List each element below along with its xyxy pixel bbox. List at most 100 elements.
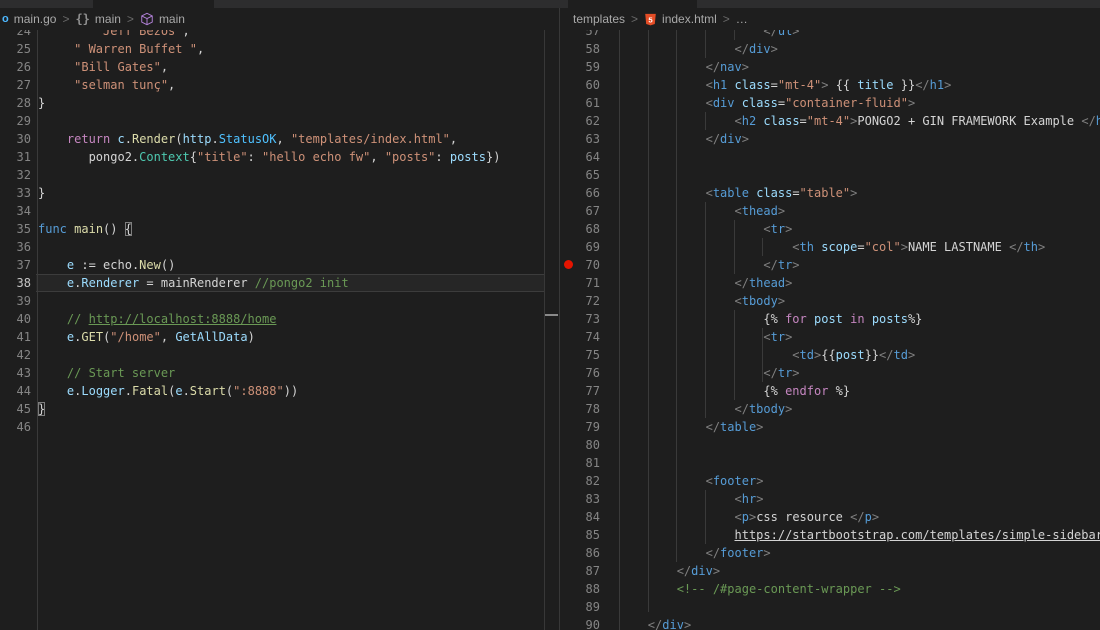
code-line[interactable]: 42 [0, 346, 544, 364]
code-line[interactable]: 90 </div> [561, 616, 1100, 630]
breadcrumb-file[interactable]: index.html [662, 12, 717, 26]
code-line[interactable]: 44 e.Logger.Fatal(e.Start(":8888")) [0, 382, 544, 400]
code-line[interactable]: 74 <tr> [561, 328, 1100, 346]
line-number[interactable]: 28 [0, 94, 31, 112]
code-line[interactable]: 30 return c.Render(http.StatusOK, "templ… [0, 130, 544, 148]
line-number[interactable]: 36 [0, 238, 31, 256]
line-number[interactable]: 34 [0, 202, 31, 220]
code-line[interactable]: 36 [0, 238, 544, 256]
code-line[interactable]: 83 <hr> [561, 490, 1100, 508]
code-line[interactable]: 46 [0, 418, 544, 436]
line-number[interactable]: 30 [0, 130, 31, 148]
line-number[interactable]: 33 [0, 184, 31, 202]
line-number[interactable]: 45 [0, 400, 31, 418]
code-line[interactable]: 38 e.Renderer = mainRenderer //pongo2 in… [0, 274, 544, 292]
code-line[interactable]: 60 <h1 class="mt-4"> {{ title }}</h1> [561, 76, 1100, 94]
active-tab-right[interactable] [568, 0, 697, 8]
code-text: <footer> [705, 474, 764, 488]
code-line[interactable]: 63 </div> [561, 130, 1100, 148]
line-number[interactable]: 39 [0, 292, 31, 310]
line-number[interactable]: 42 [0, 346, 31, 364]
breadcrumb-right: templates > 5 index.html > … [561, 8, 1100, 30]
code-line[interactable]: 85 https://startbootstrap.com/templates/… [561, 526, 1100, 544]
breadcrumb-file[interactable]: main.go [14, 12, 57, 26]
code-line[interactable]: 33} [0, 184, 544, 202]
line-number[interactable]: 41 [0, 328, 31, 346]
line-number[interactable]: 65 [576, 166, 600, 184]
code-line[interactable]: 62 <h2 class="mt-4">PONGO2 + GIN FRAMEWO… [561, 112, 1100, 130]
code-line[interactable]: 37 e := echo.New() [0, 256, 544, 274]
code-line[interactable]: 67 <thead> [561, 202, 1100, 220]
code-text: </nav> [705, 60, 749, 74]
code-line[interactable]: 89 [561, 598, 1100, 616]
line-number[interactable]: 40 [0, 310, 31, 328]
code-line[interactable]: 70 </tr> [561, 256, 1100, 274]
code-line[interactable]: 87 </div> [561, 562, 1100, 580]
code-line[interactable]: 82 <footer> [561, 472, 1100, 490]
line-number[interactable]: 64 [576, 148, 600, 166]
breadcrumb-folder[interactable]: templates [573, 12, 625, 26]
breadcrumb-separator: > [62, 12, 70, 26]
line-number[interactable]: 38 [0, 274, 31, 292]
code-line[interactable]: 64 [561, 148, 1100, 166]
code-line[interactable]: 69 <th scope="col">NAME LASTNAME </th> [561, 238, 1100, 256]
line-number[interactable]: 27 [0, 76, 31, 94]
code-line[interactable]: 32 [0, 166, 544, 184]
code-line[interactable]: 76 </tr> [561, 364, 1100, 382]
code-text: e.Renderer = mainRenderer //pongo2 init [66, 276, 349, 290]
breadcrumb-module[interactable]: main [95, 12, 121, 26]
code-line[interactable]: 26 "Bill Gates", [0, 58, 544, 76]
line-number[interactable]: 46 [0, 418, 31, 436]
code-line[interactable]: 31 pongo2.Context{"title": "hello echo f… [0, 148, 544, 166]
code-line[interactable]: 86 </footer> [561, 544, 1100, 562]
code-line[interactable]: 78 </tbody> [561, 400, 1100, 418]
editor-split-sash[interactable] [559, 0, 560, 630]
code-line[interactable]: 35 func main() { [0, 220, 544, 238]
line-number[interactable]: 31 [0, 148, 31, 166]
code-line[interactable]: 34 [0, 202, 544, 220]
line-number[interactable]: 43 [0, 364, 31, 382]
breakpoint-dot[interactable] [564, 260, 573, 269]
code-line[interactable]: 65 [561, 166, 1100, 184]
code-line[interactable]: 61 <div class="container-fluid"> [561, 94, 1100, 112]
line-number[interactable]: 89 [576, 598, 600, 616]
code-line[interactable]: 66 <table class="table"> [561, 184, 1100, 202]
breadcrumb-more[interactable]: … [736, 12, 748, 26]
code-line[interactable]: 88 <!-- /#page-content-wrapper --> [561, 580, 1100, 598]
code-line[interactable]: 43 // Start server [0, 364, 544, 382]
code-line[interactable]: 71 </thead> [561, 274, 1100, 292]
breadcrumb-symbol[interactable]: main [159, 12, 185, 26]
code-line[interactable]: 28} [0, 94, 544, 112]
code-line[interactable]: 40 // http://localhost:8888/home [0, 310, 544, 328]
code-line[interactable]: 73 {% for post in posts%} [561, 310, 1100, 328]
code-line[interactable]: 84 <p>css resource </p> [561, 508, 1100, 526]
code-line[interactable]: 25 " Warren Buffet ", [0, 40, 544, 58]
code-line[interactable]: 29 [0, 112, 544, 130]
code-line[interactable]: 72 <tbody> [561, 292, 1100, 310]
line-number[interactable]: 37 [0, 256, 31, 274]
line-number[interactable]: 32 [0, 166, 31, 184]
code-line[interactable]: 58 </div> [561, 40, 1100, 58]
line-number[interactable]: 26 [0, 58, 31, 76]
code-line[interactable]: 79 </table> [561, 418, 1100, 436]
code-line[interactable]: 41 e.GET("/home", GetAllData) [0, 328, 544, 346]
code-line[interactable]: 27 "selman tunç", [0, 76, 544, 94]
code-line[interactable]: 45} [0, 400, 544, 418]
code-line[interactable]: 68 <tr> [561, 220, 1100, 238]
active-tab-left[interactable] [93, 0, 214, 8]
code-line[interactable]: 77 {% endfor %} [561, 382, 1100, 400]
code-line[interactable]: 80 [561, 436, 1100, 454]
code-line[interactable]: 75 <td>{{post}}</td> [561, 346, 1100, 364]
code-line[interactable]: 59 </nav> [561, 58, 1100, 76]
line-number[interactable]: 29 [0, 112, 31, 130]
line-number[interactable]: 80 [576, 436, 600, 454]
line-number[interactable]: 81 [576, 454, 600, 472]
code-line[interactable]: 81 [561, 454, 1100, 472]
code-line[interactable]: 39 [0, 292, 544, 310]
line-number[interactable]: 35 [0, 220, 31, 238]
code-text: </div> [734, 42, 778, 56]
line-number[interactable]: 44 [0, 382, 31, 400]
code-text: func main() { [38, 222, 132, 236]
line-number[interactable]: 25 [0, 40, 31, 58]
go-file-icon: o [2, 13, 9, 25]
